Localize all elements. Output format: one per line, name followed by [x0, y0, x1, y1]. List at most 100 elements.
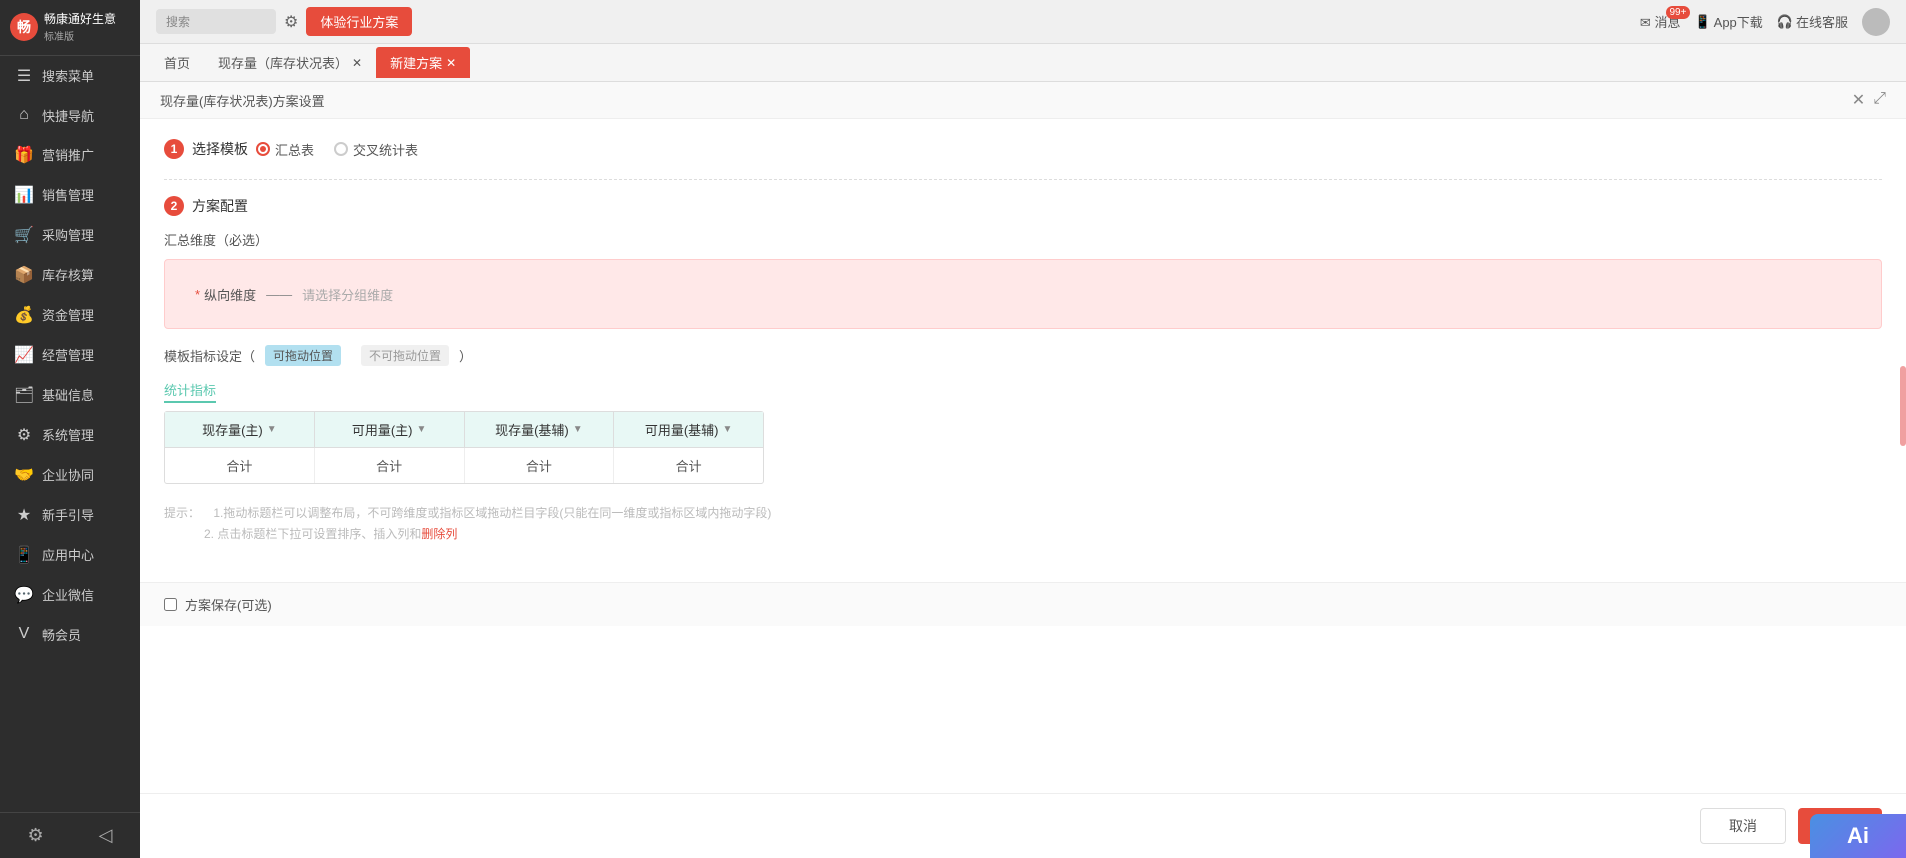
stats-col-1[interactable]: 可用量(主) ▼	[315, 412, 465, 447]
logo-icon: 畅	[10, 13, 38, 41]
logo-title: 畅康通好生意	[44, 12, 116, 28]
step1-section: 1 选择模板 汇总表 交叉统计表	[164, 139, 1882, 159]
sidebar-item-label: 新手引导	[42, 505, 94, 524]
topbar: 搜索 ⚙ 体验行业方案 ✉ 消息 99+ 📱 App下载 🎧 在线客服	[140, 0, 1906, 44]
main-area: 搜索 ⚙ 体验行业方案 ✉ 消息 99+ 📱 App下载 🎧 在线客服 首页	[140, 0, 1906, 858]
stats-col-0-chevron[interactable]: ▼	[267, 424, 277, 435]
sidebar-item-sales[interactable]: 📊 销售管理	[0, 175, 140, 215]
tab-home[interactable]: 首页	[150, 47, 204, 78]
dimension-placeholder: 请选择分组维度	[302, 285, 393, 304]
footer-section: 方案保存(可选)	[140, 582, 1906, 626]
sidebar-item-purchase[interactable]: 🛒 采购管理	[0, 215, 140, 255]
stats-cell-0-2: 合计	[465, 448, 615, 483]
sidebar-item-wechat[interactable]: 💬 企业微信	[0, 575, 140, 615]
handshake-icon: 🤝	[14, 465, 34, 485]
indicator-settings: 模板指标设定（ 可拖动位置 不可拖动位置 ）	[164, 345, 1882, 366]
stats-col-0[interactable]: 现存量(主) ▼	[165, 412, 315, 447]
app-label: App下载	[1714, 12, 1763, 31]
gift-icon: 🎁	[14, 145, 34, 165]
sidebar: 畅 畅康通好生意 标准版 ☰ 搜索菜单 ⌂ 快捷导航 🎁 营销推广 📊 销售管理…	[0, 0, 140, 858]
step1-badge: 1	[164, 139, 184, 159]
sidebar-logo: 畅 畅康通好生意 标准版	[0, 0, 140, 56]
sidebar-item-label: 营销推广	[42, 145, 94, 164]
stats-col-1-chevron[interactable]: ▼	[417, 424, 427, 435]
sidebar-item-app-center[interactable]: 📱 应用中心	[0, 535, 140, 575]
tab-inventory-close-icon[interactable]: ✕	[352, 56, 362, 70]
tab-new-plan[interactable]: 新建方案 ✕	[376, 47, 470, 78]
sidebar-item-marketing[interactable]: 🎁 营销推广	[0, 135, 140, 175]
stats-col-2-chevron[interactable]: ▼	[573, 424, 583, 435]
content-body: 1 选择模板 汇总表 交叉统计表	[140, 119, 1906, 582]
radio-cross-label: 交叉统计表	[353, 140, 418, 159]
scroll-hint	[1900, 366, 1906, 446]
user-avatar[interactable]	[1862, 8, 1890, 36]
tab-inventory-status[interactable]: 现存量（库存状况表） ✕	[204, 47, 376, 78]
stats-cell-0-0: 合计	[165, 448, 315, 483]
cart-icon: 🛒	[14, 225, 34, 245]
sidebar-item-label: 采购管理	[42, 225, 94, 244]
indicator-fixed-badge: 不可拖动位置	[361, 345, 449, 366]
sidebar-item-system[interactable]: ⚙ 系统管理	[0, 415, 140, 455]
content-close-icon[interactable]: ✕	[1852, 90, 1865, 110]
topbar-app-download[interactable]: 📱 App下载	[1694, 12, 1762, 31]
service-icon: 🎧	[1777, 14, 1793, 30]
dimension-required-star: *	[195, 287, 200, 302]
stats-col-2[interactable]: 现存量(基辅) ▼	[465, 412, 615, 447]
radio-cross[interactable]: 交叉统计表	[334, 140, 418, 159]
box-icon: 📦	[14, 265, 34, 285]
save-plan-checkbox[interactable]	[164, 598, 177, 611]
sidebar-item-label: 资金管理	[42, 305, 94, 324]
sidebar-item-member[interactable]: V 畅会员	[0, 615, 140, 654]
sidebar-scroll: ☰ 搜索菜单 ⌂ 快捷导航 🎁 营销推广 📊 销售管理 🛒 采购管理 📦 库存核…	[0, 56, 140, 812]
growth-icon: 📈	[14, 345, 34, 365]
tabbar: 首页 现存量（库存状况表） ✕ 新建方案 ✕	[140, 44, 1906, 82]
sidebar-item-quick-nav[interactable]: ⌂ 快捷导航	[0, 96, 140, 135]
topbar-online-service[interactable]: 🎧 在线客服	[1777, 12, 1848, 31]
ai-badge[interactable]: Ai	[1810, 814, 1906, 858]
sidebar-speaker-icon[interactable]: ◁	[95, 821, 117, 850]
sidebar-item-inventory[interactable]: 📦 库存核算	[0, 255, 140, 295]
trial-industry-button[interactable]: 体验行业方案	[306, 7, 412, 36]
sidebar-item-finance[interactable]: 💰 资金管理	[0, 295, 140, 335]
stats-cell-0-1: 合计	[315, 448, 465, 483]
cancel-button[interactable]: 取消	[1700, 808, 1786, 844]
sidebar-item-newbie[interactable]: ★ 新手引导	[0, 495, 140, 535]
sidebar-item-search-menu[interactable]: ☰ 搜索菜单	[0, 56, 140, 96]
content-expand-icon[interactable]: ⤢	[1873, 90, 1886, 110]
sidebar-settings-icon[interactable]: ⚙	[24, 821, 48, 850]
stats-table-row: 合计 合计 合计 合计	[165, 448, 763, 483]
stats-col-3-chevron[interactable]: ▼	[723, 424, 733, 435]
step2-section: 2 方案配置 汇总维度（必选） * 纵向维度 —— 请选择分组维度 模板指标设定…	[164, 196, 1882, 542]
stats-section: 统计指标 现存量(主) ▼ 可用量(主) ▼	[164, 380, 1882, 484]
settings-icon: ⚙	[14, 425, 34, 445]
stats-col-3[interactable]: 可用量(基辅) ▼	[614, 412, 763, 447]
topbar-gear-icon[interactable]: ⚙	[284, 12, 298, 32]
topbar-message[interactable]: ✉ 消息 99+	[1640, 12, 1681, 31]
stats-section-label: 统计指标	[164, 380, 216, 403]
tab-new-plan-label: 新建方案	[390, 53, 442, 72]
step1-header: 1 选择模板 汇总表 交叉统计表	[164, 139, 1882, 159]
action-bar: 取消 查询	[140, 793, 1906, 858]
page-title: 现存量(库存状况表)方案设置	[160, 91, 325, 110]
sidebar-item-label: 应用中心	[42, 545, 94, 564]
sidebar-item-operation[interactable]: 📈 经营管理	[0, 335, 140, 375]
content-header-actions: ✕ ⤢	[1852, 90, 1886, 110]
template-radio-group: 汇总表 交叉统计表	[256, 140, 418, 159]
tip-delete-highlight: 删除列	[421, 527, 457, 541]
tab-inventory-label: 现存量（库存状况表）	[218, 53, 348, 72]
tips-section: 提示： 1.拖动标题栏可以调整布局，不可跨维度或指标区域拖动栏目字段(只能在同一…	[164, 504, 1882, 542]
stats-col-1-label: 可用量(主)	[352, 420, 413, 439]
radio-summary[interactable]: 汇总表	[256, 140, 314, 159]
mobile-icon: 📱	[14, 545, 34, 565]
topbar-left: 搜索 ⚙ 体验行业方案	[156, 7, 1630, 36]
sidebar-item-label: 企业协同	[42, 465, 94, 484]
stats-table-header: 现存量(主) ▼ 可用量(主) ▼ 现存量(基辅) ▼	[165, 412, 763, 448]
tab-new-plan-close-icon[interactable]: ✕	[446, 56, 456, 70]
sidebar-item-basic[interactable]: 🗂 基础信息	[0, 375, 140, 415]
sidebar-item-corp[interactable]: 🤝 企业协同	[0, 455, 140, 495]
sidebar-item-label: 快捷导航	[42, 106, 94, 125]
topbar-right: ✉ 消息 99+ 📱 App下载 🎧 在线客服	[1640, 8, 1890, 36]
vip-icon: V	[14, 625, 34, 643]
dimension-box[interactable]: * 纵向维度 —— 请选择分组维度	[164, 259, 1882, 329]
radio-summary-dot	[256, 142, 270, 156]
